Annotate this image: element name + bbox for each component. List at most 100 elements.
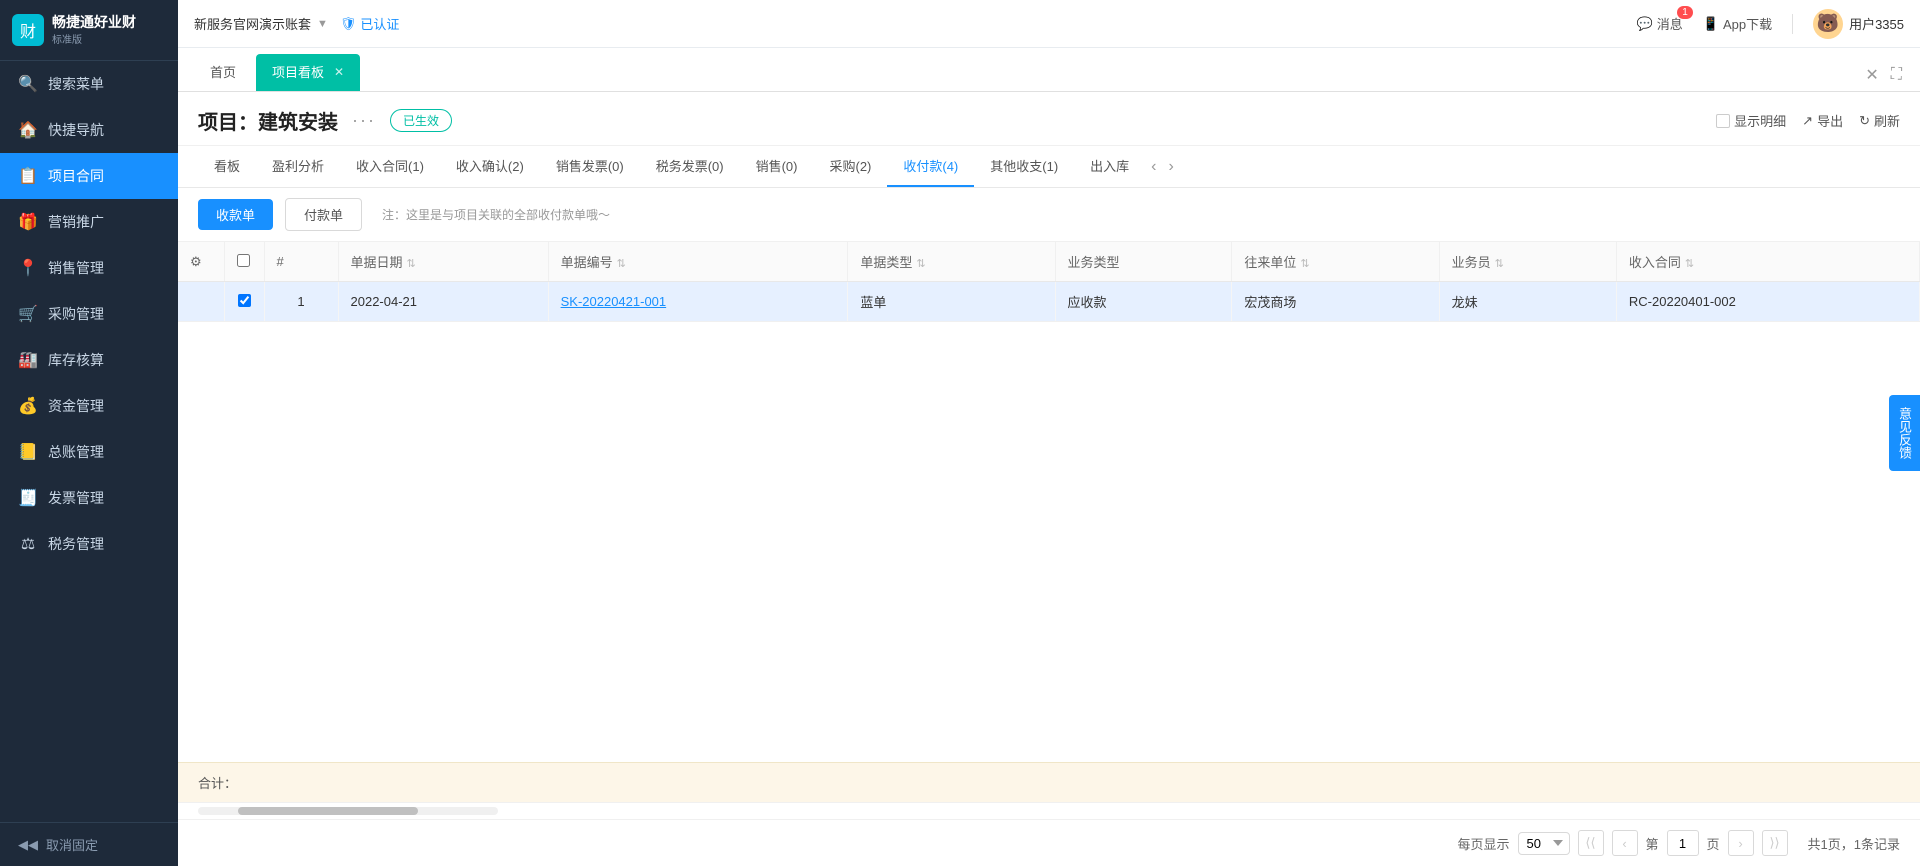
subtab-income-confirm[interactable]: 收入确认(2): [440, 146, 540, 187]
sidebar-item-icon-3: 🎁: [18, 212, 38, 232]
td-code[interactable]: SK-20220421-001: [548, 282, 848, 322]
next-page-button[interactable]: ›: [1728, 830, 1754, 856]
window-maximize-button[interactable]: ⛶: [1889, 64, 1904, 86]
sidebar-item-2[interactable]: 📋项目合同: [0, 153, 178, 199]
show-detail-checkbox[interactable]: [1716, 114, 1730, 128]
sidebar-item-5[interactable]: 🛒采购管理: [0, 291, 178, 337]
sidebar-item-9[interactable]: 🧾发票管理: [0, 475, 178, 521]
total-info: 共1页，1条记录: [1808, 834, 1900, 853]
table-body: 1 2022-04-21 SK-20220421-001 蓝单 应收款 宏茂商场…: [178, 282, 1920, 322]
prev-page-button[interactable]: ‹: [1612, 830, 1638, 856]
sidebar-item-4[interactable]: 📍销售管理: [0, 245, 178, 291]
td-checkbox: [224, 282, 264, 322]
topbar-actions: 💬 消息 1 📱 App下载 🐻 用户3355: [1637, 9, 1904, 39]
horizontal-scrollbar-track[interactable]: [198, 807, 498, 815]
subtab-inout[interactable]: 出入库: [1074, 146, 1145, 187]
export-label: 导出: [1817, 111, 1843, 130]
filter-note: 注：这里是与项目关联的全部收付款单哦～: [382, 206, 610, 223]
sidebar-item-1[interactable]: 🏠快捷导航: [0, 107, 178, 153]
subtab-prev-arrow[interactable]: ‹: [1145, 148, 1162, 186]
document-link[interactable]: SK-20220421-001: [561, 294, 667, 309]
logo-icon: 财: [12, 14, 44, 46]
pin-icon: ◀◀: [18, 837, 38, 853]
user-label: 用户3355: [1849, 14, 1904, 33]
last-page-button[interactable]: ⟩⟩: [1762, 830, 1788, 856]
account-name: 新服务官网演示账套: [194, 14, 311, 33]
topbar: 新服务官网演示账套 ▼ 🛡 已认证 💬 消息 1 📱 App下载 🐻 用户335…: [178, 0, 1920, 48]
app-download-button[interactable]: 📱 App下载: [1703, 14, 1772, 33]
window-close-button[interactable]: ✕: [1863, 63, 1880, 87]
message-button[interactable]: 💬 消息 1: [1637, 14, 1683, 33]
content-area: 项目：建筑安装 ··· 已生效 显示明细 ↗ 导出 ↻ 刷新: [178, 92, 1920, 866]
td-contract: RC-20220401-002: [1616, 282, 1919, 322]
sidebar-item-0[interactable]: 🔍搜索菜单: [0, 61, 178, 107]
project-status-badge: 已生效: [390, 109, 452, 132]
sidebar-item-label-7: 资金管理: [48, 396, 104, 416]
th-code: 单据编号⇅: [548, 242, 848, 282]
user-menu[interactable]: 🐻 用户3355: [1813, 9, 1904, 39]
payments-filter-button[interactable]: 付款单: [285, 198, 362, 231]
subtab-kanban[interactable]: 看板: [198, 146, 256, 187]
sidebar-item-icon-6: 🏭: [18, 350, 38, 370]
th-salesman: 业务员⇅: [1439, 242, 1616, 282]
certified-label: 已认证: [360, 14, 399, 33]
sidebar-item-icon-2: 📋: [18, 166, 38, 186]
sidebar-item-8[interactable]: 📒总账管理: [0, 429, 178, 475]
table-scrollbar-row: [178, 802, 1920, 819]
subtab-payment[interactable]: 收付款(4): [887, 146, 974, 187]
tab-home-label: 首页: [210, 62, 236, 81]
subtab-profit[interactable]: 盈利分析: [256, 146, 340, 187]
th-settings[interactable]: ⚙: [178, 242, 224, 282]
project-header: 项目：建筑安装 ··· 已生效 显示明细 ↗ 导出 ↻ 刷新: [178, 92, 1920, 146]
sidebar: 财 畅捷通好业财 标准版 🔍搜索菜单🏠快捷导航📋项目合同🎁营销推广📍销售管理🛒采…: [0, 0, 178, 866]
sidebar-item-3[interactable]: 🎁营销推广: [0, 199, 178, 245]
table-row[interactable]: 1 2022-04-21 SK-20220421-001 蓝单 应收款 宏茂商场…: [178, 282, 1920, 322]
sidebar-item-label-1: 快捷导航: [48, 120, 104, 140]
sidebar-item-7[interactable]: 💰资金管理: [0, 383, 178, 429]
select-all-checkbox[interactable]: [237, 254, 250, 267]
feedback-button[interactable]: 意见反馈: [1889, 395, 1920, 471]
th-biz-type: 业务类型: [1055, 242, 1232, 282]
td-date: 2022-04-21: [338, 282, 548, 322]
summary-label: 合计：: [198, 776, 237, 791]
subtab-tax-invoice[interactable]: 税务发票(0): [640, 146, 740, 187]
horizontal-scrollbar-thumb[interactable]: [238, 807, 418, 815]
row-checkbox[interactable]: [238, 294, 251, 307]
page-number-input[interactable]: [1667, 830, 1699, 856]
export-button[interactable]: ↗ 导出: [1802, 111, 1843, 130]
th-contract: 收入合同⇅: [1616, 242, 1919, 282]
subtab-sales-invoice[interactable]: 销售发票(0): [540, 146, 640, 187]
pagination: 每页显示 50 100 200 ⟨⟨ ‹ 第 页 › ⟩⟩ 共1页，1条记录: [178, 819, 1920, 866]
sidebar-item-label-0: 搜索菜单: [48, 74, 104, 94]
show-detail-button[interactable]: 显示明细: [1716, 111, 1786, 130]
subtab-sales[interactable]: 销售(0): [740, 146, 814, 187]
tabsbar-controls: ✕ ⛶: [1863, 63, 1904, 91]
subtab-purchase[interactable]: 采购(2): [813, 146, 887, 187]
account-arrow-icon: ▼: [317, 18, 328, 30]
phone-icon: 📱: [1703, 16, 1719, 32]
receipts-filter-button[interactable]: 收款单: [198, 199, 273, 230]
export-icon: ↗: [1802, 113, 1813, 129]
project-more-menu[interactable]: ···: [352, 110, 376, 131]
sidebar-item-icon-9: 🧾: [18, 488, 38, 508]
logo-text: 畅捷通好业财 标准版: [52, 14, 136, 46]
per-page-select[interactable]: 50 100 200: [1518, 832, 1570, 855]
sidebar-item-6[interactable]: 🏭库存核算: [0, 337, 178, 383]
message-badge: 1: [1677, 6, 1693, 19]
subtab-income-contract[interactable]: 收入合同(1): [340, 146, 440, 187]
subtab-next-arrow[interactable]: ›: [1163, 148, 1180, 186]
account-selector[interactable]: 新服务官网演示账套 ▼: [194, 14, 328, 33]
subtab-other[interactable]: 其他收支(1): [974, 146, 1074, 187]
refresh-button[interactable]: ↻ 刷新: [1859, 111, 1900, 130]
first-page-button[interactable]: ⟨⟨: [1578, 830, 1604, 856]
sidebar-item-10[interactable]: ⚖税务管理: [0, 521, 178, 567]
sidebar-unpin[interactable]: ◀◀ 取消固定: [0, 822, 178, 866]
tab-project-board[interactable]: 项目看板 ✕: [256, 54, 360, 91]
message-icon: 💬: [1637, 16, 1653, 32]
tab-home[interactable]: 首页: [194, 54, 252, 91]
page-label: 第: [1646, 834, 1659, 853]
sidebar-item-icon-10: ⚖: [18, 534, 38, 554]
project-label-prefix: 项目：: [198, 112, 258, 134]
subtabs: 看板 盈利分析 收入合同(1) 收入确认(2) 销售发票(0) 税务发票(0) …: [178, 146, 1920, 188]
tab-close-icon[interactable]: ✕: [334, 65, 344, 79]
